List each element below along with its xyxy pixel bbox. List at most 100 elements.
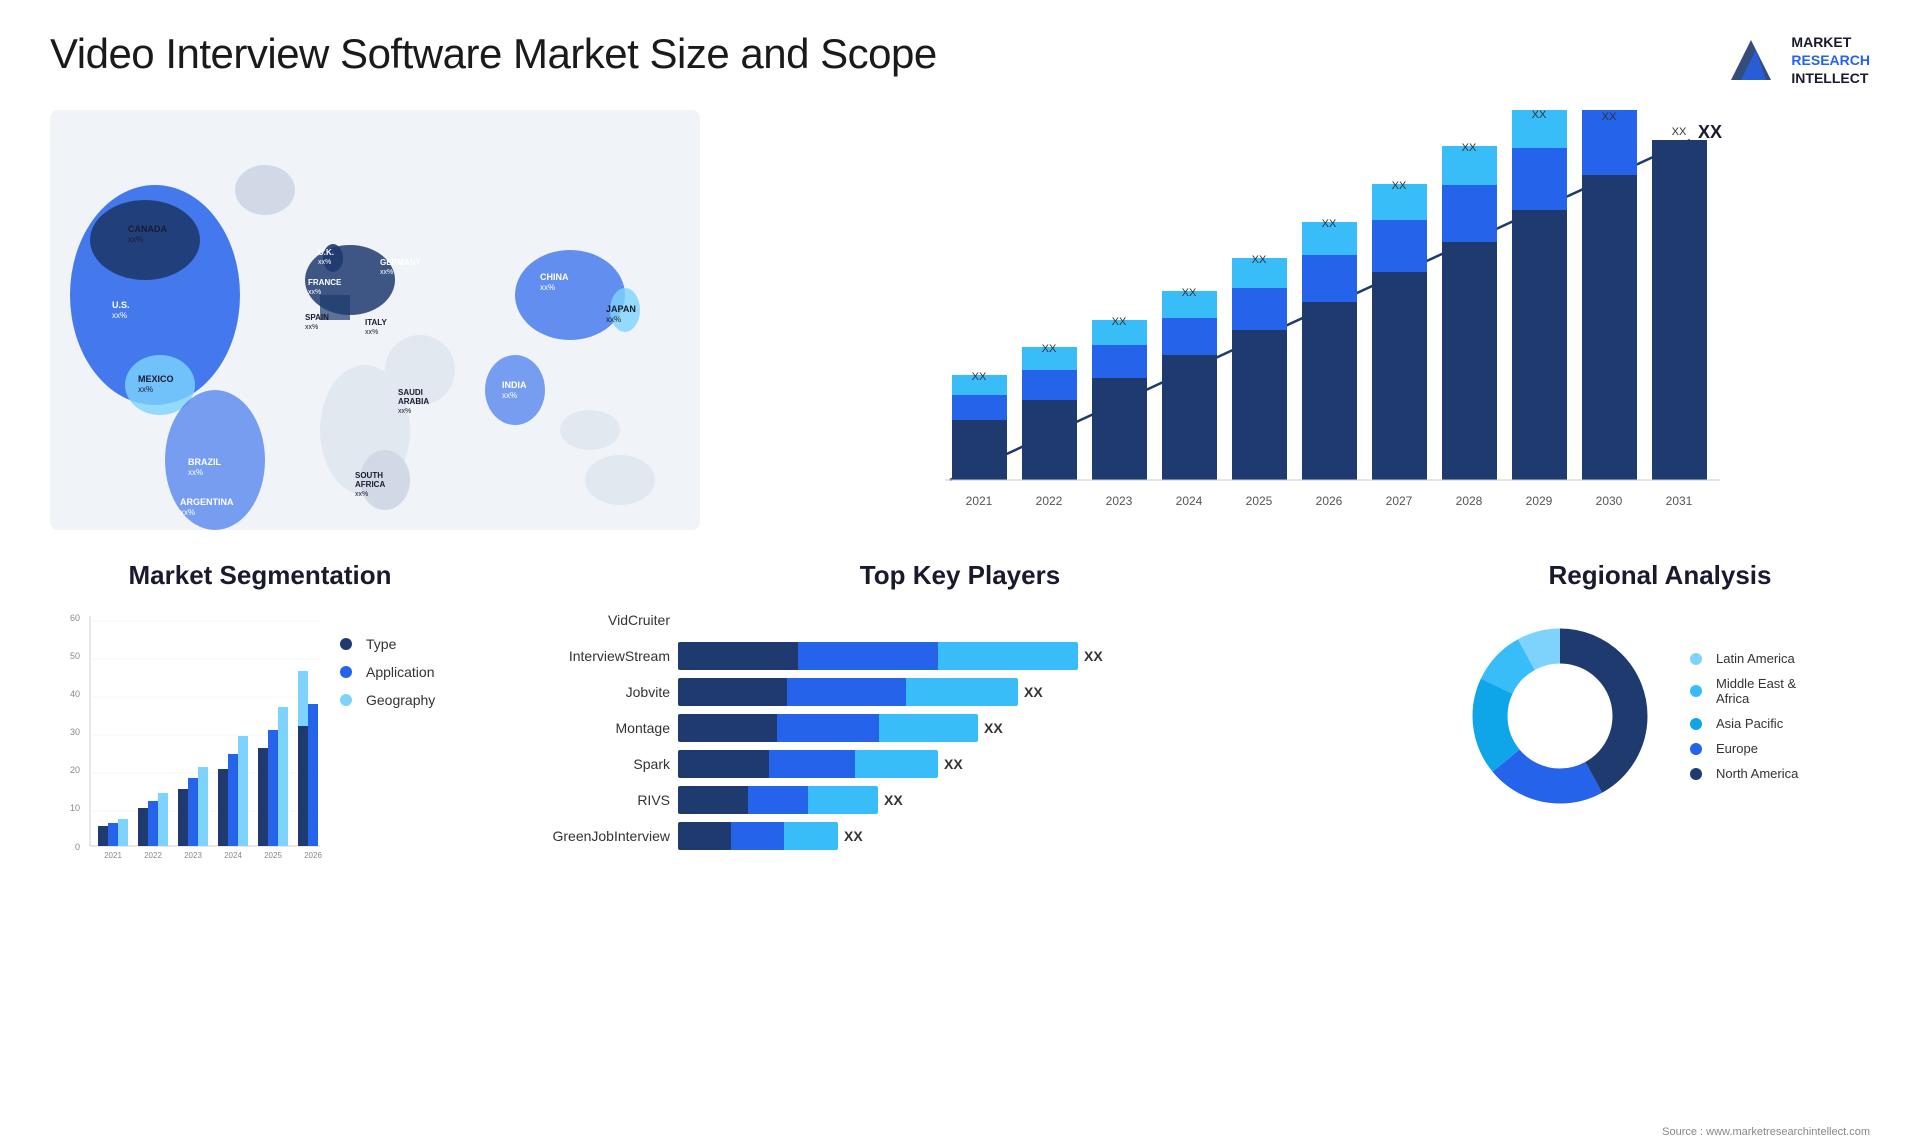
- segmentation-section: Market Segmentation 0 10 20 30 40 50 60: [50, 560, 470, 930]
- svg-text:CHINA: CHINA: [540, 272, 569, 282]
- svg-text:XX: XX: [1698, 122, 1722, 142]
- apac-label: Asia Pacific: [1716, 716, 1783, 731]
- player-row-spark: Spark XX: [510, 750, 1410, 778]
- svg-text:2025: 2025: [264, 851, 282, 860]
- player-row-greenjob: GreenJobInterview XX: [510, 822, 1410, 850]
- svg-text:2024: 2024: [1176, 494, 1203, 508]
- svg-text:2022: 2022: [144, 851, 162, 860]
- svg-text:2021: 2021: [966, 494, 993, 508]
- svg-text:SOUTH: SOUTH: [355, 471, 383, 480]
- svg-text:U.S.: U.S.: [112, 300, 130, 310]
- svg-text:2027: 2027: [1386, 494, 1413, 508]
- player-row-montage: Montage XX: [510, 714, 1410, 742]
- geography-legend-dot: [340, 694, 352, 706]
- svg-text:2022: 2022: [1036, 494, 1063, 508]
- svg-text:xx%: xx%: [188, 468, 203, 477]
- svg-text:XX: XX: [1112, 316, 1127, 328]
- player-row-jobvite: Jobvite XX: [510, 678, 1410, 706]
- svg-text:xx%: xx%: [502, 391, 517, 400]
- type-legend-dot: [340, 638, 352, 650]
- logo-icon: [1721, 30, 1781, 90]
- page-title: Video Interview Software Market Size and…: [50, 30, 937, 78]
- header: Video Interview Software Market Size and…: [50, 30, 1870, 90]
- svg-text:2023: 2023: [1106, 494, 1133, 508]
- player-name: RIVS: [510, 792, 670, 808]
- player-row-interviewstream: InterviewStream XX: [510, 642, 1410, 670]
- segmentation-title: Market Segmentation: [50, 560, 470, 591]
- svg-text:XX: XX: [1252, 254, 1267, 266]
- growth-chart: XX XX 2021 XX 2022: [740, 110, 1870, 530]
- svg-text:CANADA: CANADA: [128, 224, 167, 234]
- svg-text:GERMANY: GERMANY: [380, 258, 422, 267]
- svg-text:XX: XX: [1042, 343, 1057, 355]
- players-title: Top Key Players: [510, 560, 1410, 591]
- svg-text:BRAZIL: BRAZIL: [188, 457, 221, 467]
- svg-text:xx%: xx%: [606, 315, 621, 324]
- players-section: Top Key Players VidCruiter InterviewStre…: [490, 560, 1430, 930]
- svg-text:FRANCE: FRANCE: [308, 278, 342, 287]
- svg-text:2024: 2024: [224, 851, 242, 860]
- svg-text:ARGENTINA: ARGENTINA: [180, 497, 234, 507]
- svg-text:30: 30: [70, 727, 80, 737]
- svg-text:xx%: xx%: [365, 329, 378, 336]
- svg-text:2021: 2021: [104, 851, 122, 860]
- player-row-vidcruiter: VidCruiter: [510, 606, 1410, 634]
- world-map: CANADA xx% U.S. xx% MEXICO xx% BRAZIL xx…: [50, 110, 700, 530]
- player-name: GreenJobInterview: [510, 828, 670, 844]
- svg-text:XX: XX: [1392, 180, 1407, 192]
- svg-text:10: 10: [70, 803, 80, 813]
- player-name: Jobvite: [510, 684, 670, 700]
- segmentation-legend: Type Application Geography: [340, 606, 435, 708]
- svg-text:XX: XX: [1322, 218, 1337, 230]
- svg-text:xx%: xx%: [305, 324, 318, 331]
- svg-text:2029: 2029: [1526, 494, 1553, 508]
- svg-text:2025: 2025: [1246, 494, 1273, 508]
- svg-text:SPAIN: SPAIN: [305, 313, 329, 322]
- svg-text:60: 60: [70, 613, 80, 623]
- svg-text:AFRICA: AFRICA: [355, 480, 385, 489]
- top-section: CANADA xx% U.S. xx% MEXICO xx% BRAZIL xx…: [50, 110, 1870, 530]
- regional-legend: Latin America Middle East &Africa Asia P…: [1690, 651, 1798, 781]
- svg-text:xx%: xx%: [318, 259, 331, 266]
- svg-text:2028: 2028: [1456, 494, 1483, 508]
- svg-text:xx%: xx%: [180, 508, 195, 517]
- regional-section: Regional Analysis: [1450, 560, 1870, 930]
- north-america-label: North America: [1716, 766, 1798, 781]
- type-legend-label: Type: [366, 636, 396, 652]
- svg-text:xx%: xx%: [355, 491, 368, 498]
- svg-text:U.K.: U.K.: [318, 248, 334, 257]
- segmentation-chart: 0 10 20 30 40 50 60: [50, 606, 330, 886]
- logo-text: MARKET RESEARCH INTELLECT: [1791, 33, 1870, 88]
- application-legend-dot: [340, 666, 352, 678]
- player-name: InterviewStream: [510, 648, 670, 664]
- source-text: Source : www.marketresearchintellect.com: [1662, 1126, 1870, 1138]
- player-name: Montage: [510, 720, 670, 736]
- application-legend-label: Application: [366, 664, 435, 680]
- europe-label: Europe: [1716, 741, 1758, 756]
- svg-text:MEXICO: MEXICO: [138, 374, 174, 384]
- map-svg: CANADA xx% U.S. xx% MEXICO xx% BRAZIL xx…: [50, 110, 700, 530]
- svg-text:XX: XX: [1532, 110, 1547, 121]
- svg-text:ITALY: ITALY: [365, 318, 387, 327]
- player-name: VidCruiter: [510, 612, 670, 628]
- mea-dot: [1690, 685, 1702, 697]
- north-america-dot: [1690, 768, 1702, 780]
- player-row-rivs: RIVS XX: [510, 786, 1410, 814]
- svg-text:XX: XX: [1672, 126, 1687, 138]
- apac-dot: [1690, 718, 1702, 730]
- player-name: Spark: [510, 756, 670, 772]
- svg-text:xx%: xx%: [540, 283, 555, 292]
- svg-text:2023: 2023: [184, 851, 202, 860]
- logo: MARKET RESEARCH INTELLECT: [1721, 30, 1870, 90]
- svg-text:2031: 2031: [1666, 494, 1693, 508]
- svg-text:xx%: xx%: [380, 269, 393, 276]
- svg-text:2026: 2026: [1316, 494, 1343, 508]
- svg-text:XX: XX: [1182, 287, 1197, 299]
- svg-text:0: 0: [75, 842, 80, 852]
- svg-text:XX: XX: [1602, 111, 1617, 123]
- svg-text:JAPAN: JAPAN: [606, 304, 636, 314]
- regional-title: Regional Analysis: [1450, 560, 1870, 591]
- svg-text:xx%: xx%: [128, 235, 143, 244]
- svg-text:xx%: xx%: [112, 311, 127, 320]
- bar-chart-svg: XX XX 2021 XX 2022: [760, 110, 1870, 530]
